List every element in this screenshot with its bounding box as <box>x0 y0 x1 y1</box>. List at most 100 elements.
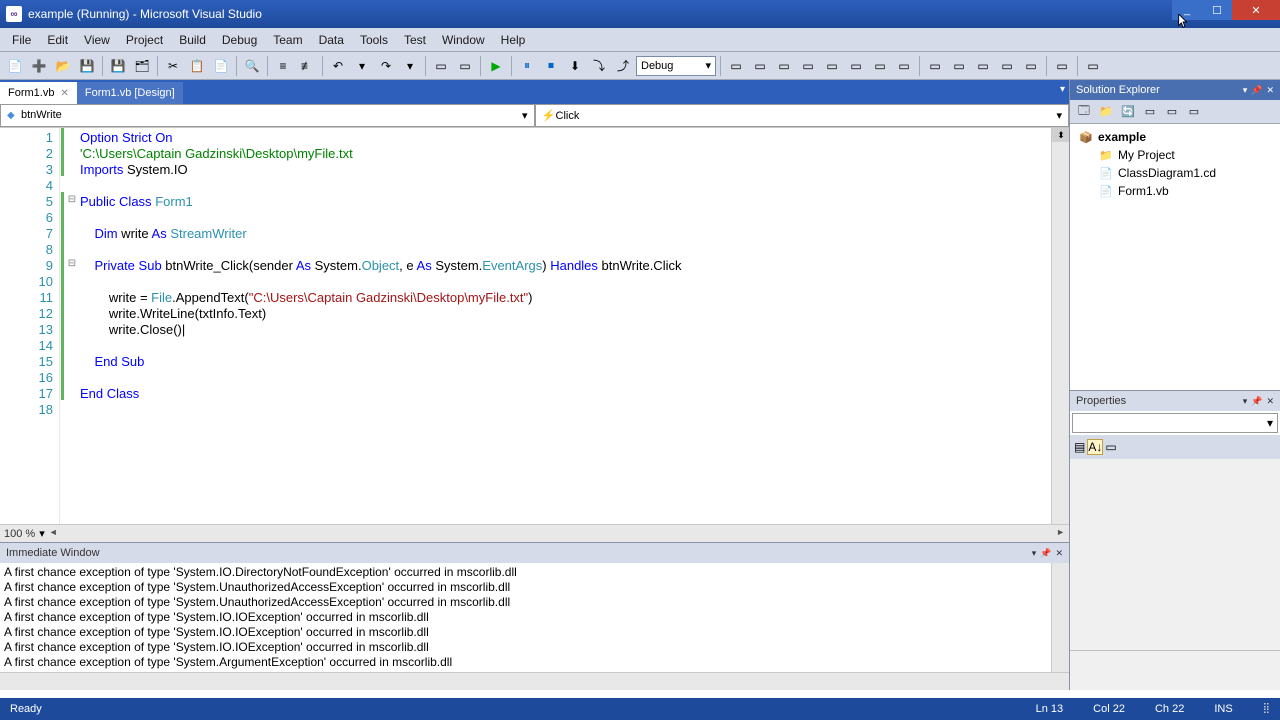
horizontal-scrollbar[interactable] <box>49 527 1065 541</box>
vertical-scrollbar[interactable]: ⬍ <box>1051 128 1069 524</box>
maximize-button[interactable]: ☐ <box>1202 0 1232 20</box>
menu-build[interactable]: Build <box>171 30 214 50</box>
solution-tree[interactable]: 📦 example 📁My Project📄ClassDiagram1.cd📄F… <box>1070 124 1280 390</box>
immediate-content[interactable]: A first chance exception of type 'System… <box>0 563 1069 672</box>
properties-grid[interactable] <box>1070 459 1280 650</box>
tb-f-icon[interactable]: ▭ <box>845 55 867 77</box>
tab-form1-vb-design-[interactable]: Form1.vb [Design] <box>77 82 183 104</box>
menu-bar: FileEditViewProjectBuildDebugTeamDataToo… <box>0 28 1280 52</box>
fold-gutter[interactable]: ⊟⊟ <box>66 128 78 524</box>
step-out-icon[interactable]: ⤴ <box>612 55 634 77</box>
config-dropdown[interactable]: Debug▾ <box>636 56 716 76</box>
undo-icon[interactable]: ↶ <box>327 55 349 77</box>
tb-g-icon[interactable]: ▭ <box>869 55 891 77</box>
code-content[interactable]: Option Strict On'C:\Users\Captain Gadzin… <box>78 128 1051 524</box>
tb-m-icon[interactable]: ▭ <box>1020 55 1042 77</box>
tb-a-icon[interactable]: ▭ <box>725 55 747 77</box>
main-toolbar: 📄 ➕ 📂 💾 💾 🗂 ✂ 📋 📄 🔍 ≡ ≢ ↶ ▾ ↷ ▾ ▭ ▭ ▶ ⏸ … <box>0 52 1280 80</box>
tb-e-icon[interactable]: ▭ <box>821 55 843 77</box>
props-cat-icon[interactable]: ▤ <box>1074 440 1085 454</box>
save-icon[interactable]: 💾 <box>76 55 98 77</box>
tb-i-icon[interactable]: ▭ <box>924 55 946 77</box>
menu-debug[interactable]: Debug <box>214 30 265 50</box>
method-dropdown[interactable]: Click▾ <box>535 104 1070 127</box>
menu-test[interactable]: Test <box>396 30 434 50</box>
se-refresh-icon[interactable]: 🔄 <box>1118 102 1138 122</box>
step-over-icon[interactable]: ⤵ <box>588 55 610 77</box>
menu-team[interactable]: Team <box>265 30 310 50</box>
tb-k-icon[interactable]: ▭ <box>972 55 994 77</box>
tb-n-icon[interactable]: ▭ <box>1051 55 1073 77</box>
cut-icon[interactable]: ✂ <box>162 55 184 77</box>
stop-icon[interactable]: ⏹ <box>540 55 562 77</box>
se-properties-icon[interactable]: 🗔 <box>1074 102 1094 122</box>
copy-icon[interactable]: 📋 <box>186 55 208 77</box>
close-button[interactable]: ✕ <box>1232 0 1280 20</box>
se-code-icon[interactable]: ▭ <box>1162 102 1182 122</box>
zoom-dd-icon[interactable]: ▾ <box>39 527 45 540</box>
undo-dd-icon[interactable]: ▾ <box>351 55 373 77</box>
find-icon[interactable]: 🔍 <box>241 55 263 77</box>
save-all2-icon[interactable]: 🗂 <box>131 55 153 77</box>
minimize-button[interactable]: _ <box>1172 0 1202 20</box>
paste-icon[interactable]: 📄 <box>210 55 232 77</box>
nav-fwd-icon[interactable]: ▭ <box>454 55 476 77</box>
se-design-icon[interactable]: ▭ <box>1184 102 1204 122</box>
immediate-close-icon[interactable]: ✕ <box>1055 548 1063 559</box>
se-pin-icon[interactable]: 📌 <box>1251 85 1262 96</box>
code-editor[interactable]: 123456789101112131415161718 ⊟⊟ Option St… <box>0 128 1069 524</box>
tb-d-icon[interactable]: ▭ <box>797 55 819 77</box>
immediate-menu-icon[interactable]: ▾ <box>1032 548 1037 559</box>
add-item-icon[interactable]: ➕ <box>28 55 50 77</box>
tb-h-icon[interactable]: ▭ <box>893 55 915 77</box>
start-icon[interactable]: ▶ <box>485 55 507 77</box>
tb-b-icon[interactable]: ▭ <box>749 55 771 77</box>
tb-c-icon[interactable]: ▭ <box>773 55 795 77</box>
menu-tools[interactable]: Tools <box>352 30 396 50</box>
save-all-icon[interactable]: 💾 <box>107 55 129 77</box>
pause-icon[interactable]: ⏸ <box>516 55 538 77</box>
tree-item-my-project[interactable]: 📁My Project <box>1074 146 1276 164</box>
tab-close-icon[interactable]: ✕ <box>60 88 68 99</box>
tree-item-classdiagram1-cd[interactable]: 📄ClassDiagram1.cd <box>1074 164 1276 182</box>
se-showall-icon[interactable]: 📁 <box>1096 102 1116 122</box>
uncomment-icon[interactable]: ≢ <box>296 55 318 77</box>
se-close-icon[interactable]: ✕ <box>1266 85 1274 96</box>
project-node[interactable]: 📦 example <box>1074 128 1276 146</box>
tb-l-icon[interactable]: ▭ <box>996 55 1018 77</box>
props-pages-icon[interactable]: ▭ <box>1105 440 1116 454</box>
tb-o-icon[interactable]: ▭ <box>1082 55 1104 77</box>
redo-dd-icon[interactable]: ▾ <box>399 55 421 77</box>
menu-help[interactable]: Help <box>493 30 534 50</box>
props-az-icon[interactable]: A↓ <box>1087 439 1103 455</box>
nav-back-icon[interactable]: ▭ <box>430 55 452 77</box>
menu-project[interactable]: Project <box>118 30 171 50</box>
immediate-vscroll[interactable] <box>1051 563 1069 672</box>
se-view-icon[interactable]: ▭ <box>1140 102 1160 122</box>
step-icon[interactable]: ⬇ <box>564 55 586 77</box>
immediate-pin-icon[interactable]: 📌 <box>1040 548 1051 559</box>
tree-item-form1-vb[interactable]: 📄Form1.vb <box>1074 182 1276 200</box>
tab-overflow-icon[interactable]: ▾ <box>1060 84 1065 95</box>
menu-data[interactable]: Data <box>311 30 352 50</box>
props-menu-icon[interactable]: ▾ <box>1243 396 1248 407</box>
status-ready: Ready <box>10 703 42 715</box>
menu-view[interactable]: View <box>76 30 118 50</box>
redo-icon[interactable]: ↷ <box>375 55 397 77</box>
immediate-hscroll[interactable] <box>0 672 1069 690</box>
zoom-level[interactable]: 100 % <box>4 528 35 540</box>
properties-object-dropdown[interactable]: ▾ <box>1072 413 1278 433</box>
comment-icon[interactable]: ≡ <box>272 55 294 77</box>
props-pin-icon[interactable]: 📌 <box>1251 396 1262 407</box>
tab-form1-vb[interactable]: Form1.vb✕ <box>0 82 77 104</box>
open-icon[interactable]: 📂 <box>52 55 74 77</box>
new-project-icon[interactable]: 📄 <box>4 55 26 77</box>
se-menu-icon[interactable]: ▾ <box>1243 85 1248 96</box>
props-close-icon[interactable]: ✕ <box>1266 396 1274 407</box>
menu-edit[interactable]: Edit <box>39 30 76 50</box>
class-dropdown[interactable]: btnWrite▾ <box>0 104 535 127</box>
tb-j-icon[interactable]: ▭ <box>948 55 970 77</box>
menu-window[interactable]: Window <box>434 30 493 50</box>
resize-grip-icon[interactable]: ⣿ <box>1263 703 1270 715</box>
menu-file[interactable]: File <box>4 30 39 50</box>
